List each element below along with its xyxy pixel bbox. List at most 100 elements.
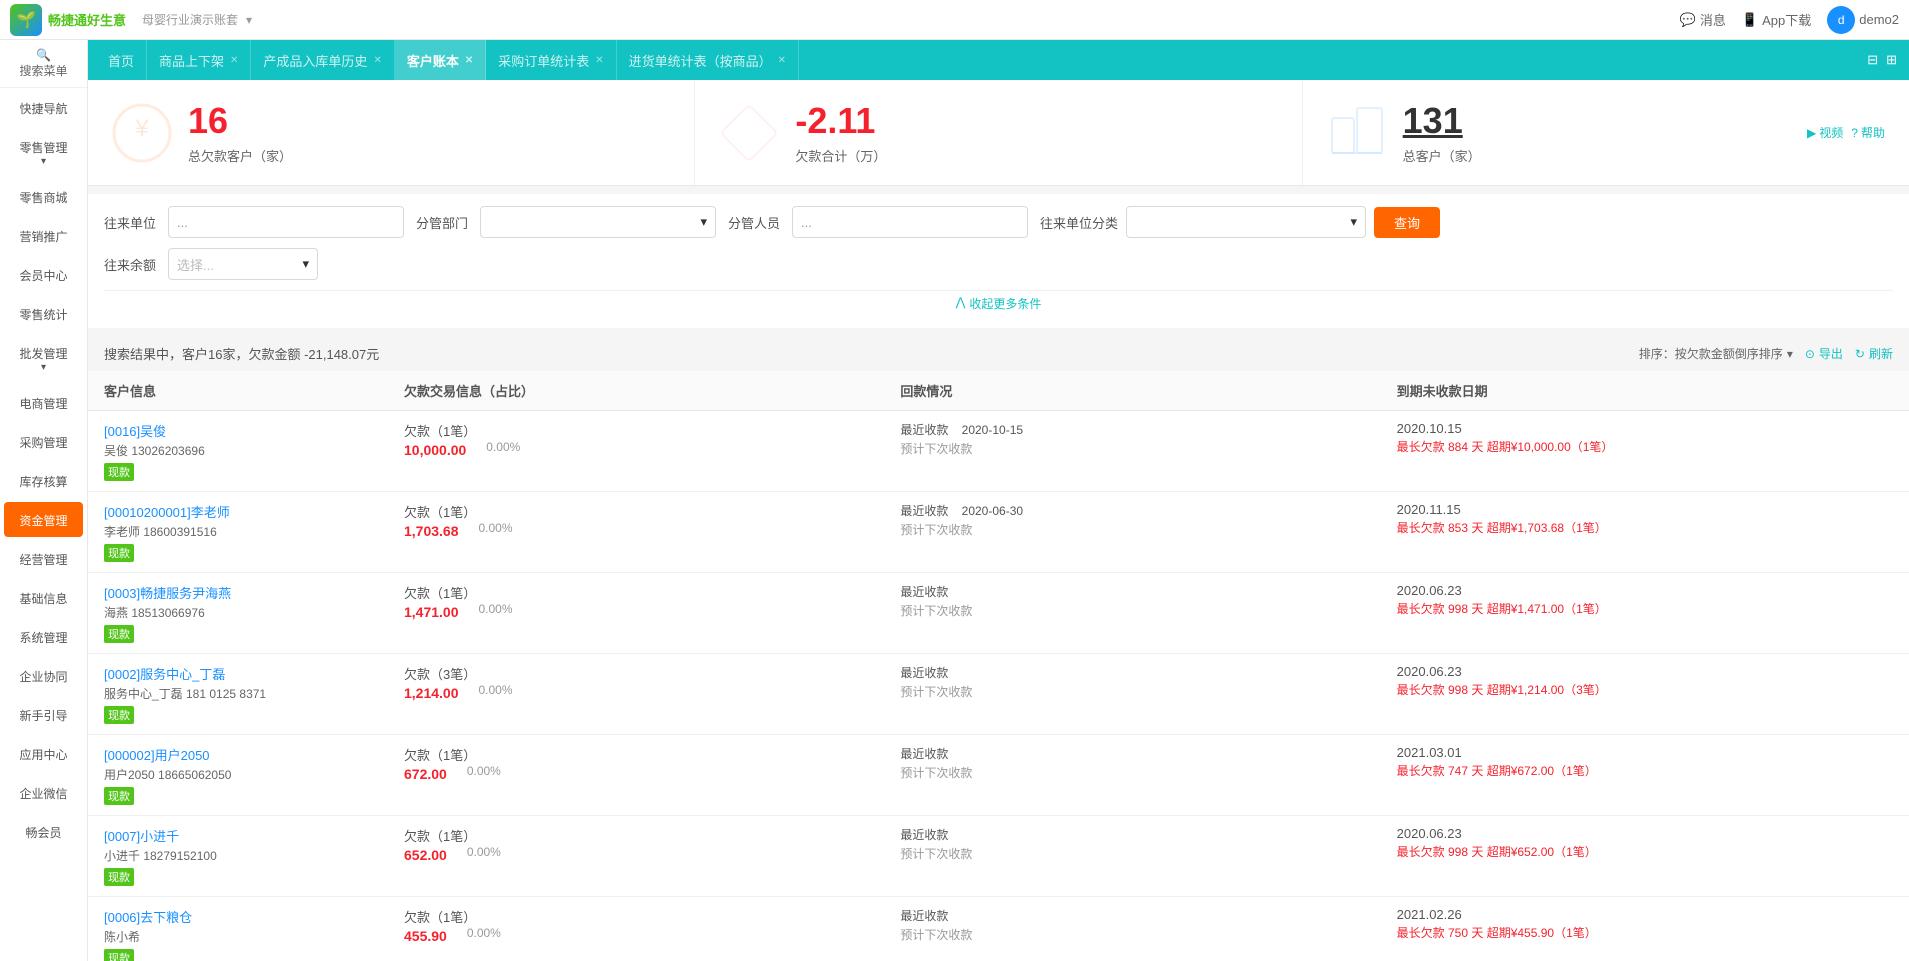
tab-purchase-stats[interactable]: 采购订单统计表 ✕: [486, 40, 616, 80]
sidebar-item-retail-mgmt[interactable]: 零售管理 ▾: [4, 129, 83, 175]
app-logo: 🌱: [10, 4, 42, 36]
tab-close-icon-3[interactable]: ✕: [465, 55, 473, 66]
sidebar-item-member[interactable]: 会员中心: [4, 257, 83, 292]
source-unit-select[interactable]: ...: [168, 206, 404, 238]
repayment-cell-0002: 最近收款 预计下次收款: [900, 664, 1396, 700]
tab-home[interactable]: 首页: [96, 40, 147, 80]
message-btn[interactable]: 💬 消息: [1680, 10, 1726, 29]
sort-label: 排序：按欠款金额倒序排序: [1639, 345, 1783, 362]
overdue-link-0007[interactable]: 超期¥652.00（1笔）: [1487, 845, 1597, 859]
tab-customer-account-label: 客户账本: [407, 51, 459, 70]
sidebar-item-capital-mgmt[interactable]: 资金管理: [4, 502, 83, 537]
customer-name-0002[interactable]: [0002]服务中心_丁磊: [104, 664, 404, 683]
user-avatar-btn[interactable]: d demo2: [1827, 6, 1899, 34]
overdue-link-00010200001[interactable]: 超期¥1,703.68（1笔）: [1487, 521, 1607, 535]
query-button[interactable]: 查询: [1374, 207, 1440, 238]
app-container: 🌱 畅捷通好生意 母婴行业演示账套 ▾ 💬 消息 📱 App下载 d demo2: [0, 0, 1909, 961]
sidebar-item-marketing[interactable]: 营销推广: [4, 218, 83, 253]
col-debt-info: 欠款交易信息（占比）: [404, 381, 900, 400]
search-menu-btn[interactable]: 🔍 搜索菜单: [0, 40, 87, 88]
sidebar-item-new-guide[interactable]: 新手引导: [4, 697, 83, 732]
sidebar-item-ops-mgmt[interactable]: 经营管理: [4, 541, 83, 576]
remaining-select[interactable]: 选择... ▾: [168, 248, 318, 280]
dept-select[interactable]: ▾: [480, 206, 716, 238]
tab-close-icon-2[interactable]: ✕: [373, 55, 381, 66]
collapse-row[interactable]: ⋀ 收起更多条件: [104, 290, 1893, 316]
page-content: ¥ 16 总欠款客户（家） -2.11 欠款合计（万）: [88, 80, 1909, 961]
person-select[interactable]: ...: [792, 206, 1028, 238]
avatar: d: [1827, 6, 1855, 34]
sidebar-item-quick-nav[interactable]: 快捷导航: [4, 90, 83, 125]
overdue-link-0003[interactable]: 超期¥1,471.00（1笔）: [1487, 602, 1607, 616]
unit-category-select[interactable]: ▾: [1126, 206, 1366, 238]
sidebar-item-batch-mgmt[interactable]: 批发管理 ▾: [4, 335, 83, 381]
sidebar-item-retail-stats[interactable]: 零售统计: [4, 296, 83, 331]
stat-debt-amount: -2.11 欠款合计（万）: [695, 80, 1302, 185]
tab-product-history[interactable]: 产成品入库单历史 ✕: [251, 40, 394, 80]
help-icon: ?: [1851, 126, 1858, 140]
stat-total-customers-info: 131 总客户（家）: [1403, 100, 1791, 165]
person-ellipsis: ...: [801, 215, 812, 230]
refresh-btn[interactable]: ↻ 刷新: [1855, 345, 1893, 362]
sidebar-item-purchase-mgmt[interactable]: 采购管理: [4, 424, 83, 459]
sidebar-item-vip[interactable]: 畅会员: [4, 814, 83, 849]
chevron-down-icon-sort: ▾: [1787, 347, 1793, 361]
overdue-link-0006[interactable]: 超期¥455.90（1笔）: [1487, 926, 1597, 940]
table-row: [00010200001]李老师 李老师 18600391516 现款 欠款（1…: [88, 492, 1909, 573]
stat-total-customers: 131 总客户（家） ▶ 视频 ? 帮助: [1303, 80, 1909, 185]
view-video-btn[interactable]: ▶ 视频: [1807, 124, 1843, 141]
filter-remaining: 往来余额 选择... ▾: [104, 248, 404, 280]
expire-cell-000002: 2021.03.01 最长欠款 747 天 超期¥672.00（1笔）: [1397, 745, 1893, 779]
customer-name-0007[interactable]: [0007]小进千: [104, 826, 404, 845]
stat-actions: ▶ 视频 ? 帮助: [1807, 124, 1885, 141]
sidebar-item-basic-info[interactable]: 基础信息: [4, 580, 83, 615]
sort-btn[interactable]: 排序：按欠款金额倒序排序 ▾: [1639, 345, 1793, 362]
tab-import-stats[interactable]: 进货单统计表（按商品） ✕: [617, 40, 799, 80]
tab-product-offline[interactable]: 商品上下架 ✕: [147, 40, 251, 80]
tag-xian-000002: 现款: [104, 787, 134, 805]
sidebar-item-ecom-mgmt[interactable]: 电商管理: [4, 385, 83, 420]
customer-name-0016[interactable]: [0016]吴俊: [104, 421, 404, 440]
customer-name-0006[interactable]: [0006]去下粮仓: [104, 907, 404, 926]
export-btn[interactable]: ⊙ 导出: [1805, 345, 1843, 362]
customer-name-000002[interactable]: [000002]用户2050: [104, 745, 404, 764]
sidebar-item-inventory[interactable]: 库存核算: [4, 463, 83, 498]
help-btn[interactable]: ? 帮助: [1851, 124, 1885, 141]
customer-name-0003[interactable]: [0003]畅捷服务尹海燕: [104, 583, 404, 602]
repayment-cell-000002: 最近收款 预计下次收款: [900, 745, 1396, 781]
results-actions: 排序：按欠款金额倒序排序 ▾ ⊙ 导出 ↻ 刷新: [1639, 345, 1893, 362]
chevron-down-icon: ▾: [10, 156, 77, 167]
sidebar-item-sys-mgmt[interactable]: 系统管理: [4, 619, 83, 654]
industry-label: 母婴行业演示账套: [142, 11, 238, 28]
repayment-cell-0016: 最近收款 2020-10-15 预计下次收款: [900, 421, 1396, 457]
dropdown-arrow-icon[interactable]: ▾: [246, 13, 252, 27]
tab-close-icon-5[interactable]: ✕: [778, 55, 786, 66]
help-label: 帮助: [1861, 124, 1885, 141]
dept-label: 分管部门: [416, 213, 472, 232]
stat-debt-customers: ¥ 16 总欠款客户（家）: [88, 80, 695, 185]
sidebar-item-retail-mall[interactable]: 零售商城: [4, 179, 83, 214]
overdue-link-000002[interactable]: 超期¥672.00（1笔）: [1487, 764, 1597, 778]
main-layout: 🔍 搜索菜单 快捷导航 零售管理 ▾ 零售商城 营销推广 会员中心 零售统计: [0, 40, 1909, 961]
app-download-btn[interactable]: 📱 App下载: [1742, 10, 1811, 29]
tab-close-icon[interactable]: ✕: [230, 55, 238, 66]
sidebar-item-enterprise[interactable]: 企业协同: [4, 658, 83, 693]
sidebar-item-corp-wechat[interactable]: 企业微信: [4, 775, 83, 810]
tab-minimize-icon[interactable]: ⊟: [1867, 52, 1878, 68]
sidebar-item-app-center[interactable]: 应用中心: [4, 736, 83, 771]
collapse-label: 收起更多条件: [969, 295, 1041, 312]
filter-person: 分管人员 ...: [728, 206, 1028, 238]
tab-customer-account[interactable]: 客户账本 ✕: [395, 40, 486, 80]
customer-cell-0006: [0006]去下粮仓 陈小希 现款: [104, 907, 404, 961]
customer-name-00010200001[interactable]: [00010200001]李老师: [104, 502, 404, 521]
overdue-link-0002[interactable]: 超期¥1,214.00（3笔）: [1487, 683, 1607, 697]
username-label: demo2: [1859, 12, 1899, 27]
tab-close-icon-4[interactable]: ✕: [595, 55, 603, 66]
overdue-link-0016[interactable]: 超期¥10,000.00（1笔）: [1487, 440, 1614, 454]
customer-phone-00010200001: 李老师 18600391516: [104, 523, 404, 540]
tab-fullscreen-icon[interactable]: ⊞: [1886, 52, 1897, 68]
search-icon: 🔍: [36, 48, 51, 62]
filter-area: 往来单位 ... 分管部门 ▾: [88, 194, 1909, 328]
person-label: 分管人员: [728, 213, 784, 232]
debt-customers-value: 16: [188, 100, 292, 142]
